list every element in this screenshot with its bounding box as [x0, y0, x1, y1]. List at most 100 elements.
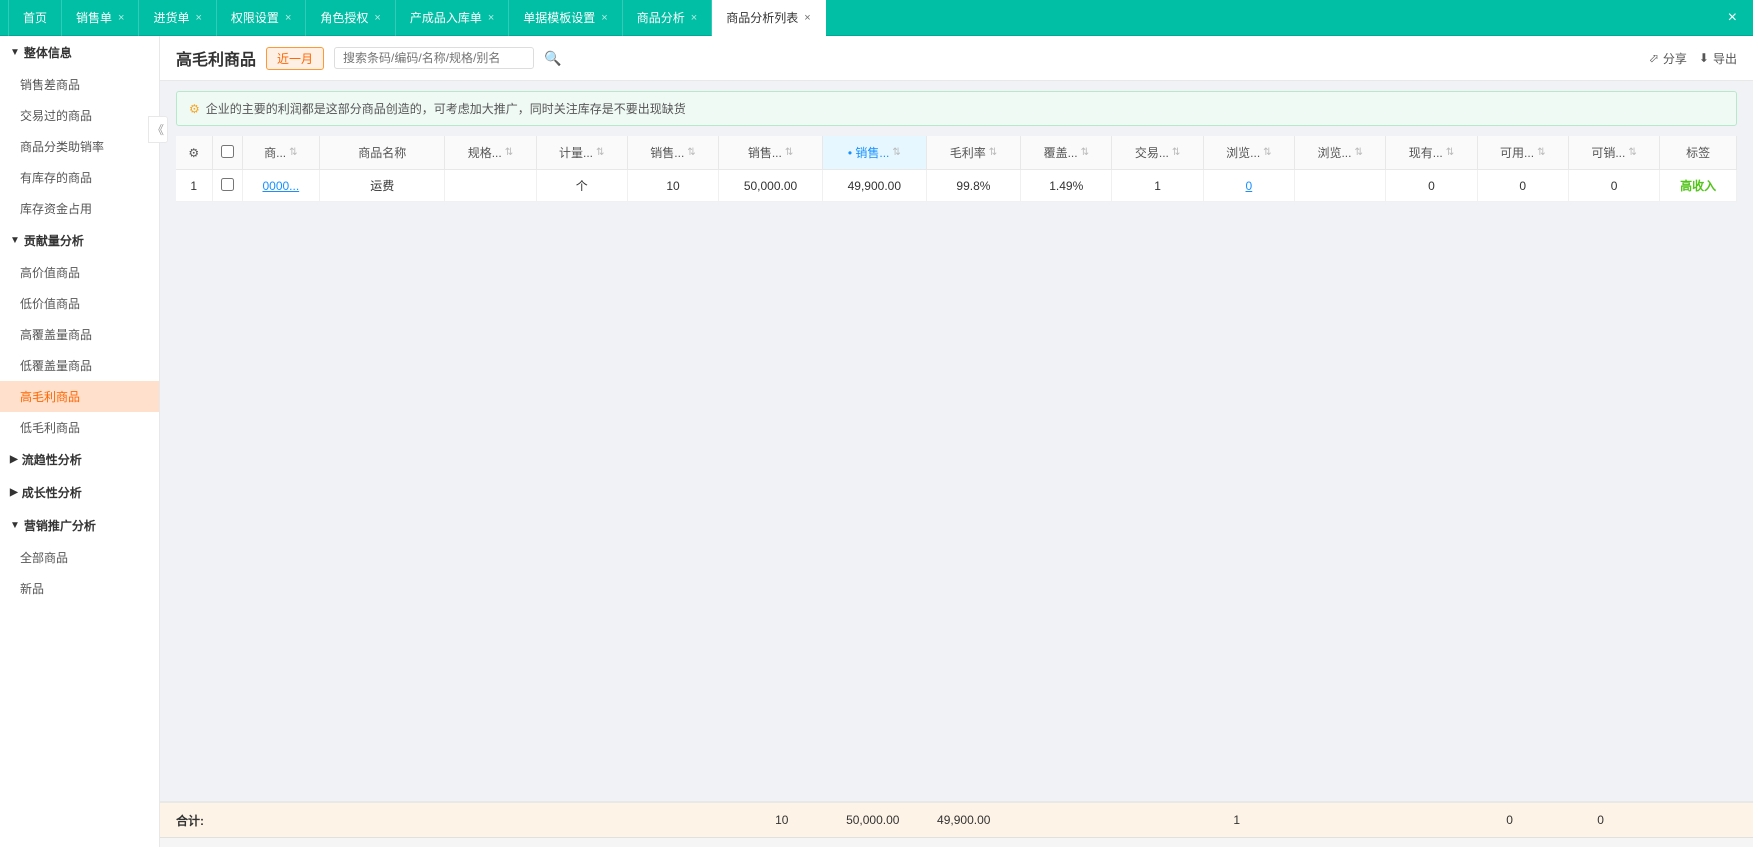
- row-checkbox[interactable]: [212, 170, 242, 202]
- share-icon: ⬀: [1649, 51, 1659, 65]
- th-stock[interactable]: 现有...⇅: [1386, 136, 1477, 170]
- sidebar-group-contribution[interactable]: ▼ 贡献量分析: [0, 224, 159, 257]
- top-nav: 首页 销售单 × 进货单 × 权限设置 × 角色授权 × 产成品入库单 × 单据…: [0, 0, 1753, 36]
- sidebar-item-all-products[interactable]: 全部商品: [0, 542, 159, 573]
- sidebar-item-low-margin[interactable]: 低毛利商品: [0, 412, 159, 443]
- nav-product-analysis[interactable]: 商品分析 ×: [623, 0, 712, 36]
- row-browse2: [1295, 170, 1386, 202]
- th-name: 商品名称: [320, 136, 445, 170]
- info-icon: ⚙: [189, 102, 200, 116]
- row-code[interactable]: 0000...: [242, 170, 320, 202]
- footer-cell-stock: 0: [1464, 813, 1555, 827]
- th-checkbox[interactable]: [212, 136, 242, 170]
- th-available[interactable]: 可用...⇅: [1477, 136, 1568, 170]
- sidebar-group-overall[interactable]: ▼ 整体信息: [0, 36, 159, 69]
- nav-sales[interactable]: 销售单 ×: [62, 0, 139, 36]
- close-purchase-tab[interactable]: ×: [195, 12, 201, 24]
- row-stock: 0: [1386, 170, 1477, 202]
- collapse-sidebar-btn[interactable]: 《: [148, 116, 168, 143]
- th-sales1[interactable]: 销售...⇅: [627, 136, 718, 170]
- horizontal-scrollbar[interactable]: [160, 837, 1753, 847]
- footer-total: 合计: 10 50,000.00 49,900.00 1 0 0: [160, 801, 1753, 837]
- sidebar-group-marketing[interactable]: ▼ 营销推广分析: [0, 509, 159, 542]
- footer-cell-profit: 49,900.00: [918, 813, 1009, 827]
- sidebar-item-traded[interactable]: 交易过的商品: [0, 100, 159, 131]
- sidebar-item-new-products[interactable]: 新品: [0, 573, 159, 604]
- sidebar-item-high-coverage[interactable]: 高覆盖量商品: [0, 319, 159, 350]
- footer-cell-avail: 0: [1555, 813, 1646, 827]
- content-area: 高毛利商品 近一月 🔍 ⬀ 分享 ⬇ 导出 ⚙ 企业的主要的利润都是这部分商品创…: [160, 36, 1753, 847]
- sort-icon4: ⇅: [687, 147, 695, 158]
- close-analysis-tab[interactable]: ×: [691, 12, 697, 24]
- row-browse1[interactable]: 0: [1203, 170, 1294, 202]
- select-all-checkbox[interactable]: [221, 145, 234, 158]
- nav-purchase[interactable]: 进货单 ×: [139, 0, 216, 36]
- products-table: ⚙ 商...⇅ 商品名称 规格...⇅ 计量...⇅ 销售...⇅ 销售...⇅…: [176, 136, 1737, 202]
- row-coverage: 1.49%: [1021, 170, 1112, 202]
- sort-icon14: ⇅: [1628, 147, 1636, 158]
- close-analysis-list-tab[interactable]: ×: [804, 12, 810, 24]
- sort-icon8: ⇅: [1081, 147, 1089, 158]
- th-code[interactable]: 商...⇅: [242, 136, 320, 170]
- arrow-down-icon3: ▼: [10, 520, 20, 531]
- search-input[interactable]: [334, 47, 534, 69]
- close-sales-tab[interactable]: ×: [118, 12, 124, 24]
- row-gross-rate: 99.8%: [926, 170, 1020, 202]
- th-sales2[interactable]: 销售...⇅: [719, 136, 823, 170]
- nav-role[interactable]: 角色授权 ×: [306, 0, 395, 36]
- sidebar-item-high-value[interactable]: 高价值商品: [0, 257, 159, 288]
- search-button[interactable]: 🔍: [544, 50, 561, 67]
- filter-recent-month-btn[interactable]: 近一月: [266, 47, 324, 70]
- th-spec[interactable]: 规格...⇅: [445, 136, 536, 170]
- sidebar-group-growth[interactable]: ▶ 成长性分析: [0, 476, 159, 509]
- sidebar-item-in-stock[interactable]: 有库存的商品: [0, 162, 159, 193]
- info-banner: ⚙ 企业的主要的利润都是这部分商品创造的，可考虑加大推广，同时关注库存是不要出现…: [176, 91, 1737, 126]
- th-sellable[interactable]: 可销...⇅: [1568, 136, 1659, 170]
- nav-permission[interactable]: 权限设置 ×: [217, 0, 306, 36]
- page-title: 高毛利商品: [176, 46, 256, 70]
- th-unit[interactable]: 计量...⇅: [536, 136, 627, 170]
- window-close-btn[interactable]: ×: [1720, 9, 1745, 27]
- th-browse2[interactable]: 浏览...⇅: [1295, 136, 1386, 170]
- sidebar-item-category-rate[interactable]: 商品分类助销率: [0, 131, 159, 162]
- sidebar-item-low-value[interactable]: 低价值商品: [0, 288, 159, 319]
- sort-icon10: ⇅: [1263, 147, 1271, 158]
- sort-icon9: ⇅: [1172, 147, 1180, 158]
- nav-template[interactable]: 单据模板设置 ×: [509, 0, 622, 36]
- export-icon: ⬇: [1699, 51, 1709, 65]
- row-sellable: 0: [1568, 170, 1659, 202]
- sidebar-item-low-coverage[interactable]: 低覆盖量商品: [0, 350, 159, 381]
- share-btn[interactable]: ⬀ 分享: [1649, 50, 1687, 67]
- close-product-in-tab[interactable]: ×: [488, 12, 494, 24]
- sidebar-item-stock-fund[interactable]: 库存资金占用: [0, 193, 159, 224]
- th-coverage[interactable]: 覆盖...⇅: [1021, 136, 1112, 170]
- arrow-down-icon: ▼: [10, 47, 20, 58]
- nav-home[interactable]: 首页: [8, 0, 62, 36]
- export-btn[interactable]: ⬇ 导出: [1699, 50, 1737, 67]
- sort-icon5: ⇅: [785, 147, 793, 158]
- nav-analysis-list[interactable]: 商品分析列表 ×: [712, 0, 825, 36]
- row-no: 1: [176, 170, 212, 202]
- main-layout: ▼ 整体信息 销售差商品 交易过的商品 商品分类助销率 有库存的商品 库存资金占…: [0, 36, 1753, 847]
- th-trade[interactable]: 交易...⇅: [1112, 136, 1203, 170]
- sort-icon11: ⇅: [1354, 147, 1362, 158]
- th-tag: 标签: [1660, 136, 1737, 170]
- table-wrapper[interactable]: ⚙ 商...⇅ 商品名称 规格...⇅ 计量...⇅ 销售...⇅ 销售...⇅…: [160, 136, 1753, 801]
- sidebar-group-trend[interactable]: ▶ 流趋性分析: [0, 443, 159, 476]
- nav-product-in[interactable]: 产成品入库单 ×: [396, 0, 509, 36]
- th-gross-rate[interactable]: 毛利率⇅: [926, 136, 1020, 170]
- footer-cell-trade: 1: [1191, 813, 1282, 827]
- row-select-checkbox[interactable]: [221, 178, 234, 191]
- sidebar-item-poor-sales[interactable]: 销售差商品: [0, 69, 159, 100]
- th-sales3[interactable]: • 销售...⇅: [822, 136, 926, 170]
- close-template-tab[interactable]: ×: [601, 12, 607, 24]
- arrow-down-icon2: ▼: [10, 235, 20, 246]
- sort-icon6: ⇅: [892, 147, 900, 158]
- close-role-tab[interactable]: ×: [374, 12, 380, 24]
- th-settings[interactable]: ⚙: [176, 136, 212, 170]
- sidebar-item-high-margin[interactable]: 高毛利商品: [0, 381, 159, 412]
- row-unit: 个: [536, 170, 627, 202]
- close-permission-tab[interactable]: ×: [285, 12, 291, 24]
- sort-icon12: ⇅: [1446, 147, 1454, 158]
- th-browse1[interactable]: 浏览...⇅: [1203, 136, 1294, 170]
